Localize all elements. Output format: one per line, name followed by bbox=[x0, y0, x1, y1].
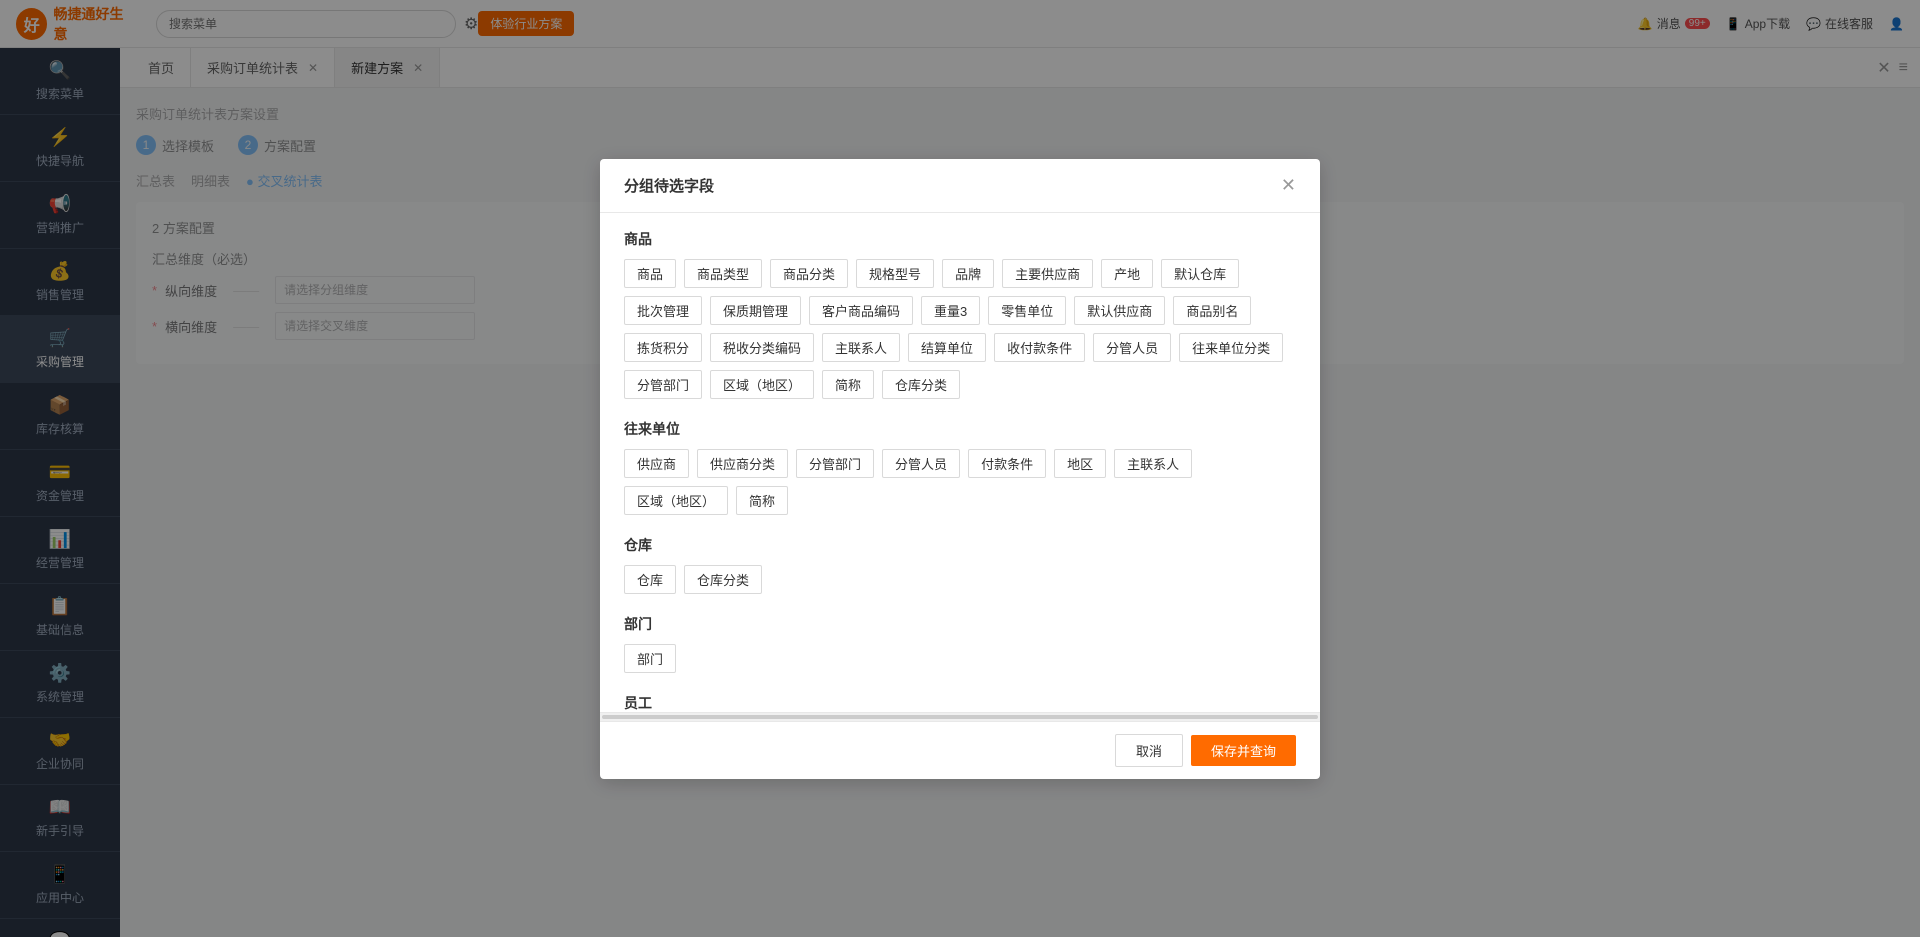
field-tag-goods-14[interactable]: 默认供应商 bbox=[1074, 296, 1165, 325]
field-tag-goods-11[interactable]: 客户商品编码 bbox=[809, 296, 913, 325]
field-tag-partner-5[interactable]: 付款条件 bbox=[968, 449, 1046, 478]
field-tag-goods-21[interactable]: 分管人员 bbox=[1093, 333, 1171, 362]
field-tag-goods-25[interactable]: 简称 bbox=[822, 370, 874, 399]
field-tag-goods-4[interactable]: 规格型号 bbox=[856, 259, 934, 288]
field-group-partner-title: 往来单位 bbox=[624, 419, 1296, 439]
modal-title: 分组待选字段 bbox=[624, 175, 714, 196]
field-tag-partner-2[interactable]: 供应商分类 bbox=[697, 449, 788, 478]
field-tag-dept-1[interactable]: 部门 bbox=[624, 644, 676, 673]
field-group-employee: 员工 业务员 bbox=[624, 693, 1296, 712]
cancel-button[interactable]: 取消 bbox=[1115, 734, 1183, 767]
field-tag-goods-15[interactable]: 商品别名 bbox=[1173, 296, 1251, 325]
field-group-dept: 部门 部门 bbox=[624, 614, 1296, 673]
modal-close-button[interactable]: ✕ bbox=[1281, 176, 1296, 194]
field-tag-warehouse-1[interactable]: 仓库 bbox=[624, 565, 676, 594]
field-group-dept-title: 部门 bbox=[624, 614, 1296, 634]
field-group-warehouse: 仓库 仓库 仓库分类 bbox=[624, 535, 1296, 594]
field-tag-goods-8[interactable]: 默认仓库 bbox=[1161, 259, 1239, 288]
field-tag-partner-8[interactable]: 区域（地区） bbox=[624, 486, 728, 515]
field-tag-goods-24[interactable]: 区域（地区） bbox=[710, 370, 814, 399]
field-tags-warehouse: 仓库 仓库分类 bbox=[624, 565, 1296, 594]
field-tag-partner-6[interactable]: 地区 bbox=[1054, 449, 1106, 478]
field-tag-warehouse-2[interactable]: 仓库分类 bbox=[684, 565, 762, 594]
field-tag-goods-9[interactable]: 批次管理 bbox=[624, 296, 702, 325]
field-tag-goods-20[interactable]: 收付款条件 bbox=[994, 333, 1085, 362]
field-tag-partner-7[interactable]: 主联系人 bbox=[1114, 449, 1192, 478]
modal-overlay: 分组待选字段 ✕ 商品 商品 商品类型 商品分类 规格型号 品牌 主要供应商 产… bbox=[0, 0, 1920, 937]
field-tag-goods-13[interactable]: 零售单位 bbox=[988, 296, 1066, 325]
field-group-goods-title: 商品 bbox=[624, 229, 1296, 249]
confirm-button[interactable]: 保存并查询 bbox=[1191, 735, 1296, 766]
field-tag-goods-26[interactable]: 仓库分类 bbox=[882, 370, 960, 399]
field-select-modal: 分组待选字段 ✕ 商品 商品 商品类型 商品分类 规格型号 品牌 主要供应商 产… bbox=[600, 159, 1320, 779]
field-group-warehouse-title: 仓库 bbox=[624, 535, 1296, 555]
field-tag-goods-2[interactable]: 商品类型 bbox=[684, 259, 762, 288]
field-group-partner: 往来单位 供应商 供应商分类 分管部门 分管人员 付款条件 地区 主联系人 区域… bbox=[624, 419, 1296, 515]
field-tag-goods-22[interactable]: 往来单位分类 bbox=[1179, 333, 1283, 362]
field-tag-goods-23[interactable]: 分管部门 bbox=[624, 370, 702, 399]
field-tag-goods-1[interactable]: 商品 bbox=[624, 259, 676, 288]
field-tag-goods-6[interactable]: 主要供应商 bbox=[1002, 259, 1093, 288]
modal-header: 分组待选字段 ✕ bbox=[600, 159, 1320, 213]
field-tags-goods: 商品 商品类型 商品分类 规格型号 品牌 主要供应商 产地 默认仓库 批次管理 … bbox=[624, 259, 1296, 399]
field-tag-goods-3[interactable]: 商品分类 bbox=[770, 259, 848, 288]
modal-footer: 取消 保存并查询 bbox=[600, 721, 1320, 779]
field-tag-goods-19[interactable]: 结算单位 bbox=[908, 333, 986, 362]
field-tags-dept: 部门 bbox=[624, 644, 1296, 673]
field-tag-goods-5[interactable]: 品牌 bbox=[942, 259, 994, 288]
modal-hscrollbar bbox=[600, 712, 1320, 721]
field-tag-goods-18[interactable]: 主联系人 bbox=[822, 333, 900, 362]
field-tag-partner-4[interactable]: 分管人员 bbox=[882, 449, 960, 478]
field-tag-goods-7[interactable]: 产地 bbox=[1101, 259, 1153, 288]
field-tag-partner-9[interactable]: 简称 bbox=[736, 486, 788, 515]
field-group-goods: 商品 商品 商品类型 商品分类 规格型号 品牌 主要供应商 产地 默认仓库 批次… bbox=[624, 229, 1296, 399]
field-tag-goods-12[interactable]: 重量3 bbox=[921, 296, 980, 325]
field-tag-partner-1[interactable]: 供应商 bbox=[624, 449, 689, 478]
field-tags-partner: 供应商 供应商分类 分管部门 分管人员 付款条件 地区 主联系人 区域（地区） … bbox=[624, 449, 1296, 515]
modal-body: 商品 商品 商品类型 商品分类 规格型号 品牌 主要供应商 产地 默认仓库 批次… bbox=[600, 213, 1320, 712]
field-tag-partner-3[interactable]: 分管部门 bbox=[796, 449, 874, 478]
field-tag-goods-16[interactable]: 拣货积分 bbox=[624, 333, 702, 362]
field-tag-goods-10[interactable]: 保质期管理 bbox=[710, 296, 801, 325]
field-group-employee-title: 员工 bbox=[624, 693, 1296, 712]
field-tag-goods-17[interactable]: 税收分类编码 bbox=[710, 333, 814, 362]
modal-hscrollbar-thumb bbox=[602, 715, 1318, 719]
